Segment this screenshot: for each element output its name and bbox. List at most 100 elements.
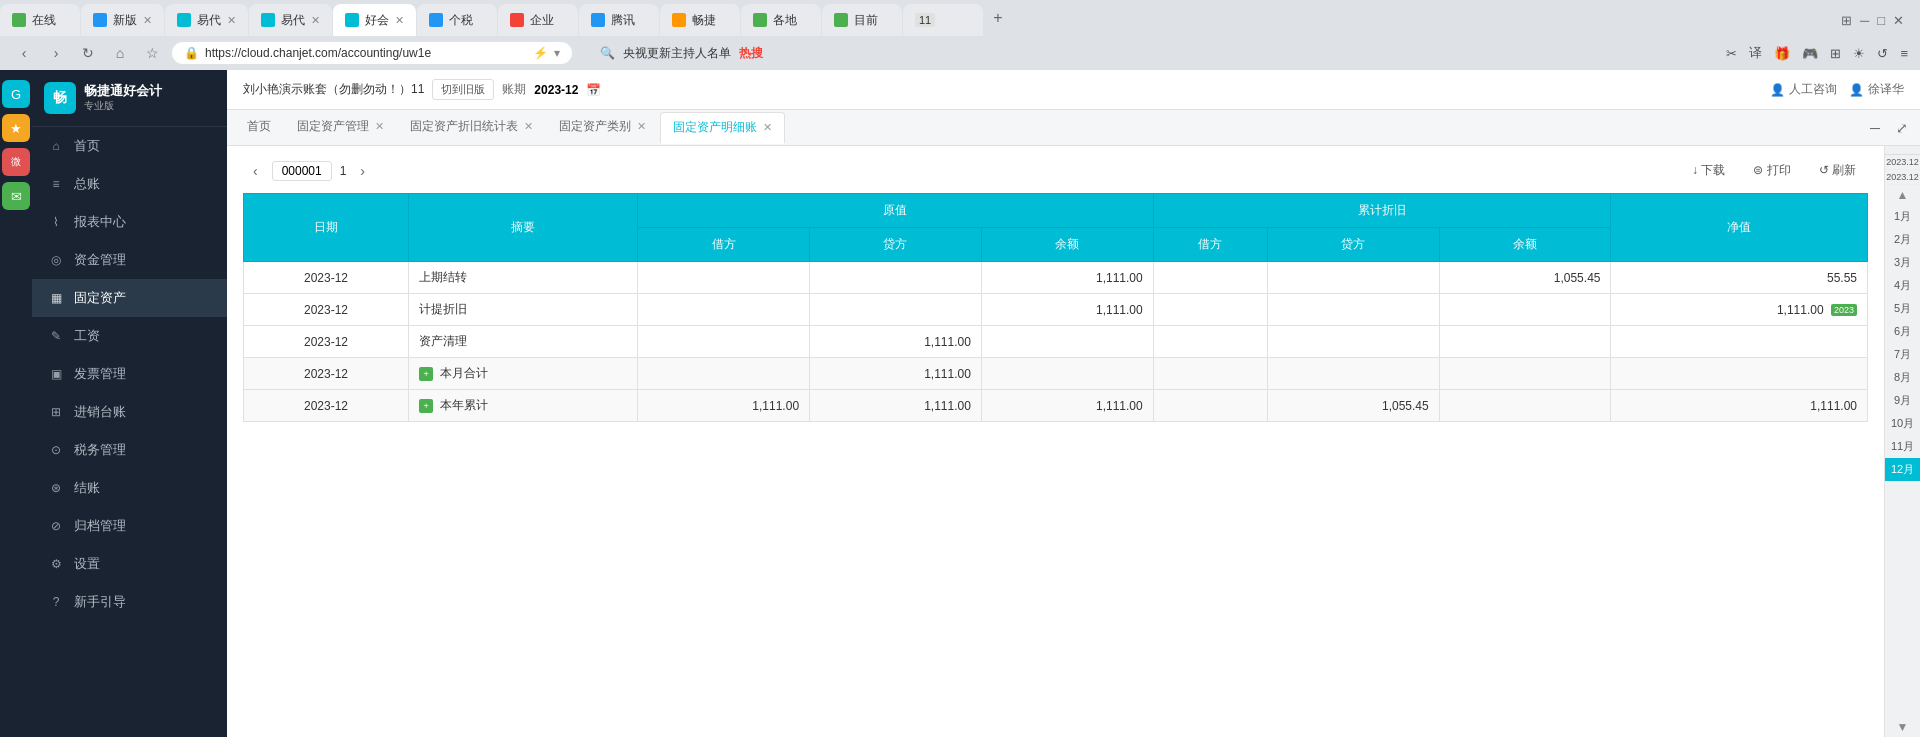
search-icon: 🔍 [600, 46, 615, 60]
browser-tab-online[interactable]: 在线 [0, 4, 80, 36]
sidebar-item-purchase-sales[interactable]: ⊞ 进销台账 [32, 393, 227, 431]
weibo-icon[interactable]: 微 [2, 148, 30, 176]
app-container: G ★ 微 ✉ 畅 畅捷通好会计 专业版 ⌂ 首页 ≡ 总账 ⌇ 报表中心 [0, 70, 1920, 737]
tab-close-depreciation[interactable]: ✕ [524, 120, 533, 133]
close-browser-icon[interactable]: ✕ [1893, 13, 1904, 28]
browser-tab-qiye[interactable]: 企业 [498, 4, 578, 36]
tab-close-category[interactable]: ✕ [637, 120, 646, 133]
grid-icon[interactable]: ⊞ [1830, 46, 1841, 61]
download-button[interactable]: ↓ 下载 [1684, 158, 1733, 183]
tab-depreciation-stats[interactable]: 固定资产折旧统计表 ✕ [398, 112, 545, 143]
tab-close-icon[interactable]: ✕ [143, 14, 152, 27]
next-page-button[interactable]: › [354, 161, 371, 181]
tab-home[interactable]: 首页 [235, 112, 283, 143]
month-8[interactable]: 8月 [1885, 366, 1920, 389]
scroll-down-button[interactable]: ▼ [1885, 717, 1920, 737]
switch-version-button[interactable]: 切到旧版 [432, 79, 494, 100]
row2-accum-debit [1153, 294, 1267, 326]
month-7[interactable]: 7月 [1885, 343, 1920, 366]
browser-tab-yidai1[interactable]: 易代 ✕ [165, 4, 248, 36]
browser-tab-yidai2[interactable]: 易代 ✕ [249, 4, 332, 36]
sidebar-item-closing[interactable]: ⊛ 结账 [32, 469, 227, 507]
month-4[interactable]: 4月 [1885, 274, 1920, 297]
bookmark-button[interactable]: ☆ [140, 41, 164, 65]
expand-tab-icon[interactable]: ⤢ [1892, 118, 1912, 138]
month-2[interactable]: 2月 [1885, 228, 1920, 251]
browser-tab-gedi[interactable]: 各地 [741, 4, 821, 36]
month-11[interactable]: 11月 [1885, 435, 1920, 458]
sidebar-item-invoice[interactable]: ▣ 发票管理 [32, 355, 227, 393]
row2-orig-balance: 1,111.00 [981, 294, 1153, 326]
tab-close-icon[interactable]: ✕ [395, 14, 404, 27]
month-6[interactable]: 6月 [1885, 320, 1920, 343]
sidebar-item-fixed-assets[interactable]: ▦ 固定资产 [32, 279, 227, 317]
wallet-icon[interactable]: 🎁 [1774, 46, 1790, 61]
prev-page-button[interactable]: ‹ [247, 161, 264, 181]
browser-tab-haohui[interactable]: 好会 ✕ [333, 4, 416, 36]
browser-tab-muqian[interactable]: 目前 [822, 4, 902, 36]
star-icon[interactable]: ★ [2, 114, 30, 142]
sidebar-item-guide[interactable]: ? 新手引导 [32, 583, 227, 621]
row2-accum-credit [1267, 294, 1439, 326]
page-number-input[interactable] [272, 161, 332, 181]
month-10[interactable]: 10月 [1885, 412, 1920, 435]
tab-asset-category[interactable]: 固定资产类别 ✕ [547, 112, 658, 143]
dropdown-icon[interactable]: ▾ [554, 46, 560, 60]
month-12[interactable]: 12月 [1885, 458, 1920, 481]
reload-button[interactable]: ↻ [76, 41, 100, 65]
tab-close-ledger[interactable]: ✕ [763, 121, 772, 134]
tab-menu-icon[interactable]: ⊞ [1841, 13, 1852, 28]
minimize-icon[interactable]: ─ [1860, 13, 1869, 28]
calendar-icon[interactable]: 📅 [586, 83, 601, 97]
tab-close-icon[interactable]: ✕ [227, 14, 236, 27]
browser-tab-changjie[interactable]: 畅捷 [660, 4, 740, 36]
back-button[interactable]: ‹ [12, 41, 36, 65]
new-tab-button[interactable]: + [984, 4, 1012, 32]
browser-tab-tengxun[interactable]: 腾讯 [579, 4, 659, 36]
th-accumulated-dep: 累计折旧 [1153, 194, 1611, 228]
sidebar-item-reports-label: 报表中心 [74, 213, 126, 231]
browser-tab-count[interactable]: 11 [903, 4, 983, 36]
row2-summary-text: 计提折旧 [419, 302, 467, 316]
print-button[interactable]: ⊜ 打印 [1745, 158, 1798, 183]
translate-icon[interactable]: 译 [1749, 44, 1762, 62]
browser-tab-new[interactable]: 新版 ✕ [81, 4, 164, 36]
search-area: 🔍 央视更新主持人名单 热搜 [580, 45, 1718, 62]
month-9[interactable]: 9月 [1885, 389, 1920, 412]
scroll-up-button[interactable]: ▲ [1885, 185, 1920, 205]
brightness-icon[interactable]: ☀ [1853, 46, 1865, 61]
ledger-icon: ≡ [48, 176, 64, 192]
menu-icon[interactable]: ≡ [1900, 46, 1908, 61]
sidebar-item-settings[interactable]: ⚙ 设置 [32, 545, 227, 583]
month-5[interactable]: 5月 [1885, 297, 1920, 320]
tab-asset-ledger[interactable]: 固定资产明细账 ✕ [660, 112, 785, 144]
browser-tab-geshui[interactable]: 个税 [417, 4, 497, 36]
forward-button[interactable]: › [44, 41, 68, 65]
user-profile-button[interactable]: 👤 徐译华 [1849, 81, 1904, 98]
maximize-icon[interactable]: □ [1877, 13, 1885, 28]
sidebar-item-fund[interactable]: ◎ 资金管理 [32, 241, 227, 279]
logo-icon[interactable]: G [2, 80, 30, 108]
month-1[interactable]: 1月 [1885, 205, 1920, 228]
sidebar-item-home[interactable]: ⌂ 首页 [32, 127, 227, 165]
tab-fixed-asset-mgmt[interactable]: 固定资产管理 ✕ [285, 112, 396, 143]
sidebar-item-general-ledger[interactable]: ≡ 总账 [32, 165, 227, 203]
sidebar-item-payroll[interactable]: ✎ 工资 [32, 317, 227, 355]
guide-icon: ? [48, 594, 64, 610]
customer-service-button[interactable]: 👤 人工咨询 [1770, 81, 1837, 98]
tab-close-icon[interactable]: ✕ [311, 14, 320, 27]
scissors-icon[interactable]: ✂ [1726, 46, 1737, 61]
sidebar-item-reports[interactable]: ⌇ 报表中心 [32, 203, 227, 241]
mail-icon[interactable]: ✉ [2, 182, 30, 210]
sidebar-item-tax[interactable]: ⊙ 税务管理 [32, 431, 227, 469]
sidebar-item-archive[interactable]: ⊘ 归档管理 [32, 507, 227, 545]
address-input[interactable]: 🔒 https://cloud.chanjet.com/accounting/u… [172, 42, 572, 64]
tab-close-fixed-asset-mgmt[interactable]: ✕ [375, 120, 384, 133]
undo-icon[interactable]: ↺ [1877, 46, 1888, 61]
refresh-button[interactable]: ↺ 刷新 [1811, 158, 1864, 183]
row5-icon: + [419, 399, 433, 413]
game-icon[interactable]: 🎮 [1802, 46, 1818, 61]
month-3[interactable]: 3月 [1885, 251, 1920, 274]
home-button[interactable]: ⌂ [108, 41, 132, 65]
minimize-tab-icon[interactable]: ─ [1866, 118, 1884, 138]
